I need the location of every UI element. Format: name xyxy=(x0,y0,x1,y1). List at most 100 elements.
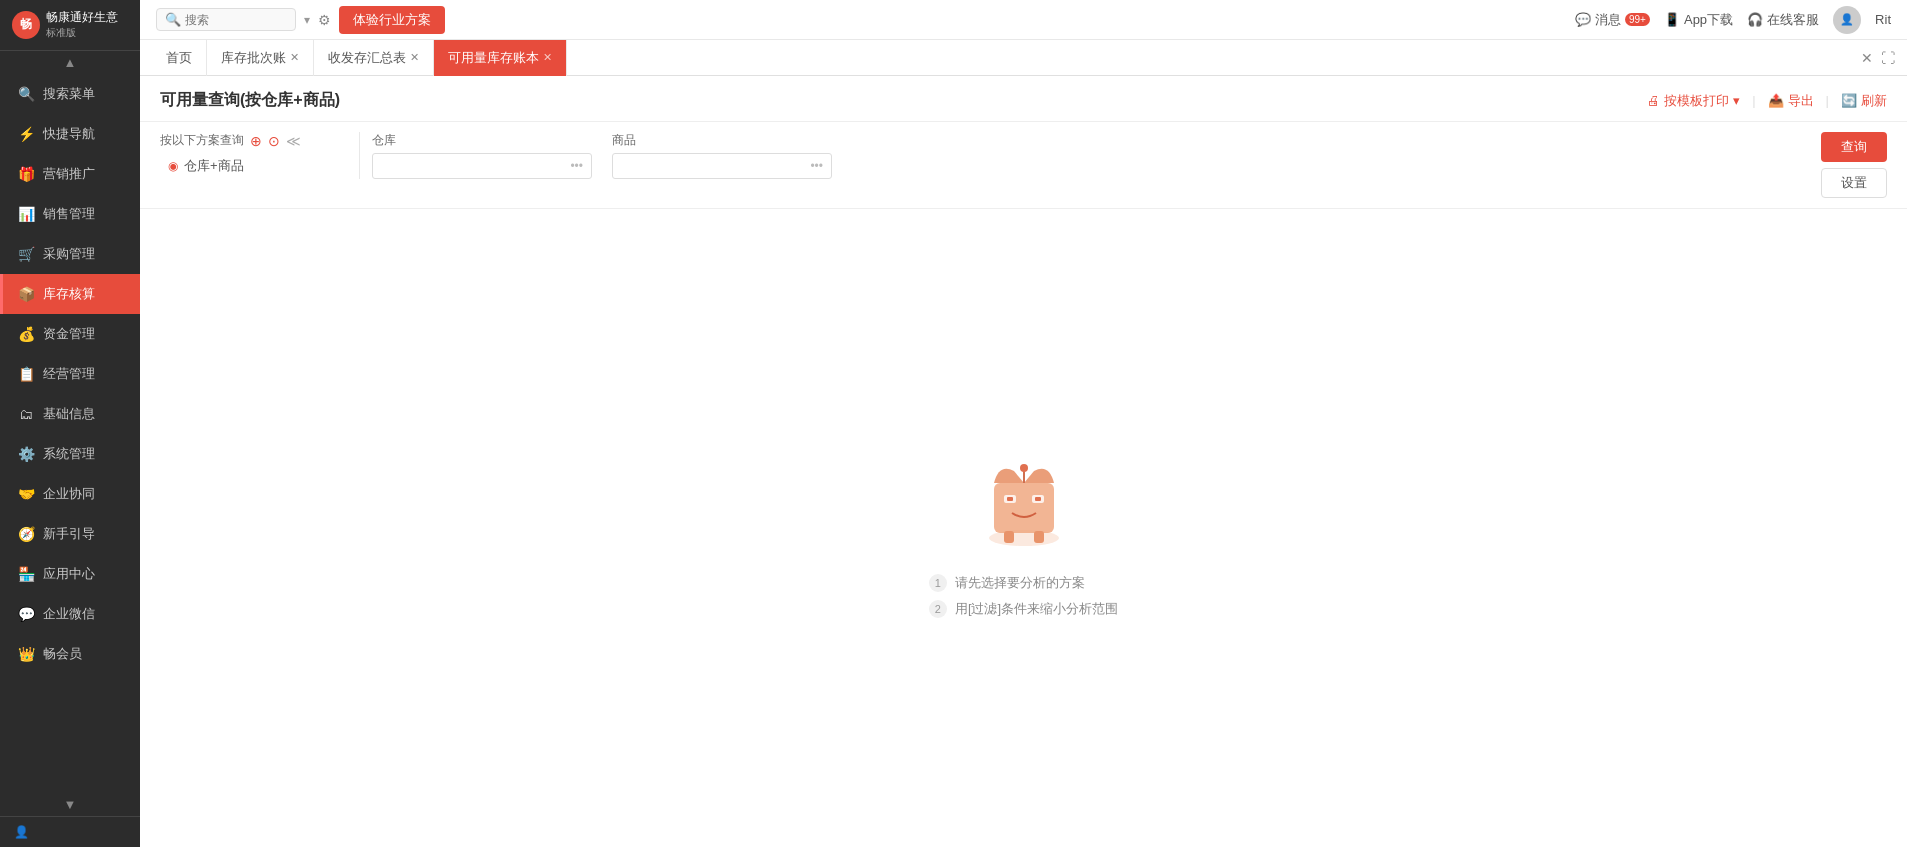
tab-batch-account[interactable]: 库存批次账 ✕ xyxy=(207,40,314,76)
tab-close-available[interactable]: ✕ xyxy=(543,51,552,64)
member-icon: 👑 xyxy=(17,646,35,662)
page-title: 可用量查询(按仓库+商品) xyxy=(160,90,340,111)
gear-icon[interactable]: ⚙ xyxy=(318,12,331,28)
warehouse-label: 仓库 xyxy=(372,132,592,149)
filter-actions: 查询 设置 xyxy=(1821,132,1887,198)
empty-state: 1 请先选择要分析的方案 2 用[过滤]条件来缩小分析范围 xyxy=(140,209,1907,847)
tab-home[interactable]: 首页 xyxy=(152,40,207,76)
sidebar-scroll-down[interactable]: ▼ xyxy=(0,793,140,816)
svg-rect-1 xyxy=(994,483,1054,533)
tab-close-batch[interactable]: ✕ xyxy=(290,51,299,64)
filter-scheme-label: 按以下方案查询 ⊕ ⊙ ≪ xyxy=(160,132,347,149)
filter-setting-button[interactable]: ⊙ xyxy=(268,133,280,149)
topbar-search-box[interactable]: 🔍 xyxy=(156,8,296,31)
trial-button[interactable]: 体验行业方案 xyxy=(339,6,445,34)
tab-close-receive[interactable]: ✕ xyxy=(410,51,419,64)
sidebar-item-search[interactable]: 🔍 搜索菜单 xyxy=(0,74,140,114)
content-area: 可用量查询(按仓库+商品) 🖨 按模板打印 ▾ | 📤 导出 | 🔄 刷新 xyxy=(140,76,1907,847)
svg-rect-4 xyxy=(1007,497,1013,501)
enterprise-icon: 🤝 xyxy=(17,486,35,502)
filter-collapse-button[interactable]: ≪ xyxy=(286,133,301,149)
svg-rect-7 xyxy=(1034,531,1044,543)
warehouse-more-icon[interactable]: ••• xyxy=(570,159,583,173)
query-button[interactable]: 查询 xyxy=(1821,132,1887,162)
print-button[interactable]: 🖨 按模板打印 ▾ xyxy=(1647,92,1740,110)
sys-mgmt-icon: ⚙️ xyxy=(17,446,35,462)
app-center-icon: 🏪 xyxy=(17,566,35,582)
message-button[interactable]: 💬 消息 99+ xyxy=(1575,11,1650,29)
print-chevron-icon: ▾ xyxy=(1733,93,1740,108)
tab-available-stock[interactable]: 可用量库存账本 ✕ xyxy=(434,40,567,76)
sidebar-item-purchase[interactable]: 🛒 采购管理 xyxy=(0,234,140,274)
filter-scheme-item[interactable]: ◉ 仓库+商品 xyxy=(160,153,347,179)
svg-rect-6 xyxy=(1004,531,1014,543)
username-label: Rit xyxy=(1875,12,1891,27)
product-field-group: 商品 ••• xyxy=(612,132,832,179)
sidebar-item-operations[interactable]: 📋 经营管理 xyxy=(0,354,140,394)
sidebar-item-marketing[interactable]: 🎁 营销推广 xyxy=(0,154,140,194)
filter-scheme-panel: 按以下方案查询 ⊕ ⊙ ≪ ◉ 仓库+商品 xyxy=(160,132,360,179)
tabbar-close-icon[interactable]: ✕ xyxy=(1861,50,1873,66)
page-header-actions: 🖨 按模板打印 ▾ | 📤 导出 | 🔄 刷新 xyxy=(1647,92,1887,110)
sidebar-item-enterprise[interactable]: 🤝 企业协同 xyxy=(0,474,140,514)
empty-svg xyxy=(969,443,1079,553)
settings-button[interactable]: 设置 xyxy=(1821,168,1887,198)
print-icon: 🖨 xyxy=(1647,93,1660,108)
refresh-icon: 🔄 xyxy=(1841,93,1857,108)
svg-point-9 xyxy=(1020,464,1028,472)
sidebar-item-app-center[interactable]: 🏪 应用中心 xyxy=(0,554,140,594)
sales-icon: 📊 xyxy=(17,206,35,222)
sidebar-item-sys-mgmt[interactable]: ⚙️ 系统管理 xyxy=(0,434,140,474)
search-nav-icon: 🔍 xyxy=(17,86,35,102)
empty-tip-1: 1 请先选择要分析的方案 xyxy=(929,574,1118,592)
sidebar-item-member[interactable]: 👑 畅会员 xyxy=(0,634,140,674)
sidebar-bottom: 👤 xyxy=(0,816,140,847)
search-icon: 🔍 xyxy=(165,12,181,27)
inventory-icon: 📦 xyxy=(17,286,35,302)
empty-tips: 1 请先选择要分析的方案 2 用[过滤]条件来缩小分析范围 xyxy=(929,574,1118,618)
marketing-icon: 🎁 xyxy=(17,166,35,182)
sidebar-subtitle: 标准版 xyxy=(46,26,118,40)
filter-item-icon: ◉ xyxy=(168,159,178,173)
basic-info-icon: 🗂 xyxy=(17,406,35,422)
operations-icon: 📋 xyxy=(17,366,35,382)
online-service-button[interactable]: 🎧 在线客服 xyxy=(1747,11,1819,29)
app-icon: 📱 xyxy=(1664,12,1680,27)
sidebar-scroll-up[interactable]: ▲ xyxy=(0,51,140,74)
tip-num-2: 2 xyxy=(929,600,947,618)
tab-receive-summary[interactable]: 收发存汇总表 ✕ xyxy=(314,40,434,76)
sidebar-nav: 🔍 搜索菜单 ⚡ 快捷导航 🎁 营销推广 📊 销售管理 🛒 采购管理 📦 库存核… xyxy=(0,74,140,793)
sidebar-item-basic-info[interactable]: 🗂 基础信息 xyxy=(0,394,140,434)
sidebar-item-shortcut[interactable]: ⚡ 快捷导航 xyxy=(0,114,140,154)
filter-area: 按以下方案查询 ⊕ ⊙ ≪ ◉ 仓库+商品 仓库 ••• xyxy=(140,122,1907,209)
onboarding-icon: 🧭 xyxy=(17,526,35,542)
sidebar-item-onboarding[interactable]: 🧭 新手引导 xyxy=(0,514,140,554)
empty-illustration xyxy=(964,438,1084,558)
product-more-icon[interactable]: ••• xyxy=(810,159,823,173)
refresh-button[interactable]: 🔄 刷新 xyxy=(1841,92,1887,110)
avatar[interactable]: 👤 xyxy=(1833,6,1861,34)
shortcut-icon: ⚡ xyxy=(17,126,35,142)
weixin-icon: 💬 xyxy=(17,606,35,622)
filter-fields: 仓库 ••• 商品 ••• xyxy=(372,132,1805,179)
warehouse-field-group: 仓库 ••• xyxy=(372,132,592,179)
search-input[interactable] xyxy=(185,13,275,27)
sidebar-item-weixin[interactable]: 💬 企业微信 xyxy=(0,594,140,634)
product-label: 商品 xyxy=(612,132,832,149)
export-button[interactable]: 📤 导出 xyxy=(1768,92,1814,110)
tabbar-expand-icon[interactable]: ⛶ xyxy=(1881,50,1895,66)
warehouse-input[interactable]: ••• xyxy=(372,153,592,179)
sidebar-item-sales[interactable]: 📊 销售管理 xyxy=(0,194,140,234)
filter-add-button[interactable]: ⊕ xyxy=(250,133,262,149)
message-badge: 99+ xyxy=(1625,13,1650,26)
app-download-button[interactable]: 📱 App下载 xyxy=(1664,11,1733,29)
chevron-down-icon[interactable]: ▾ xyxy=(304,13,310,27)
sidebar: 畅 畅康通好生意 标准版 ▲ 🔍 搜索菜单 ⚡ 快捷导航 🎁 营销推广 📊 销售… xyxy=(0,0,140,847)
topbar-right: 💬 消息 99+ 📱 App下载 🎧 在线客服 👤 Rit xyxy=(1575,6,1891,34)
empty-tip-2: 2 用[过滤]条件来缩小分析范围 xyxy=(929,600,1118,618)
tabbar-right-controls: ✕ ⛶ xyxy=(1861,50,1895,66)
avatar-placeholder: 👤 xyxy=(1840,13,1854,26)
sidebar-item-finance[interactable]: 💰 资金管理 xyxy=(0,314,140,354)
product-input[interactable]: ••• xyxy=(612,153,832,179)
sidebar-item-inventory[interactable]: 📦 库存核算 xyxy=(0,274,140,314)
